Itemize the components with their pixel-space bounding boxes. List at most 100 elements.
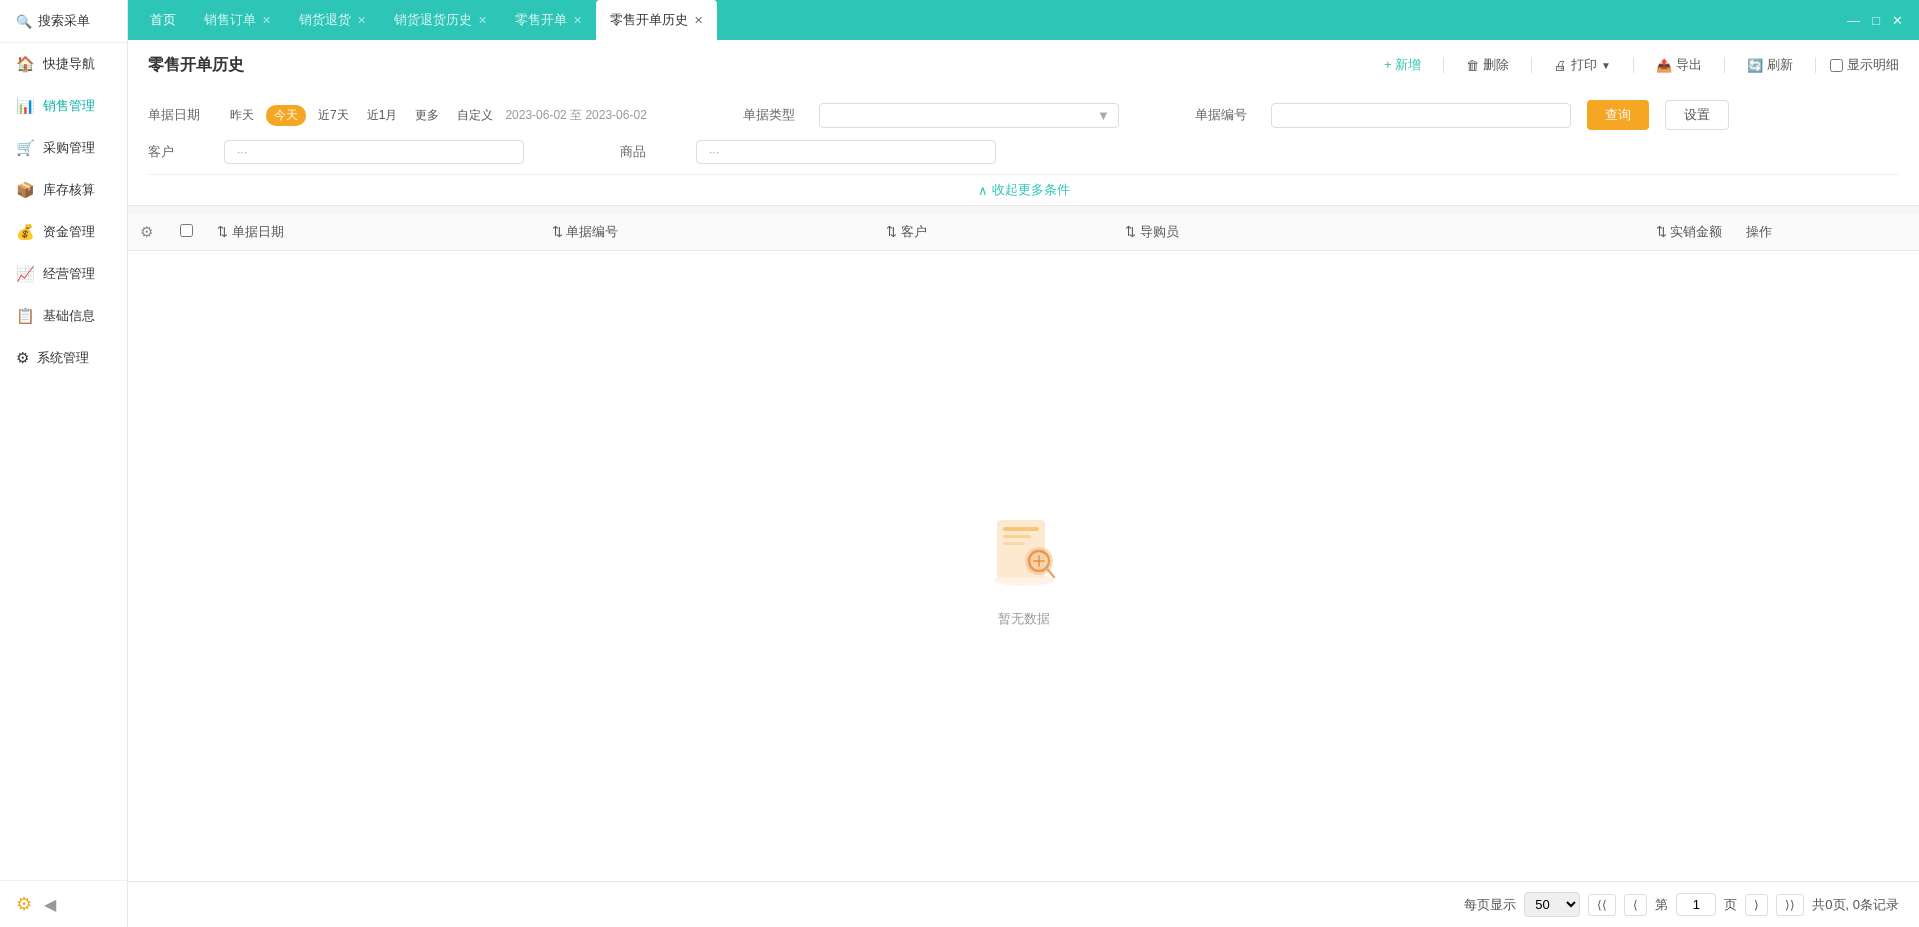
sidebar-item-label: 采购管理 (43, 139, 95, 157)
tab-sales-return[interactable]: 销货退货 ✕ (285, 0, 380, 40)
filter-row-2: 客户 ··· 商品 ··· (148, 140, 1899, 164)
date-btn-7days[interactable]: 近7天 (312, 105, 355, 126)
tab-retail-open-label: 零售开单 (515, 11, 567, 29)
collapse-up-icon: ∧ (978, 183, 988, 198)
home-icon: 🏠 (16, 55, 35, 73)
sidebar-search[interactable]: 🔍 搜索采单 (0, 0, 127, 43)
sidebar-item-quick-nav[interactable]: 🏠 快捷导航 (0, 43, 127, 85)
table-settings-icon[interactable]: ⚙ (140, 223, 153, 240)
delete-button[interactable]: 🗑 删除 (1458, 52, 1517, 78)
money-icon: 💰 (16, 223, 35, 241)
col-customer-sort-icon[interactable]: ⇅ (886, 224, 897, 239)
sidebar-item-label: 资金管理 (43, 223, 95, 241)
col-header-date: ⇅ 单据日期 (205, 214, 540, 251)
first-page-button[interactable]: ⟨⟨ (1588, 894, 1616, 916)
order-type-select[interactable]: ▼ (819, 103, 1119, 128)
settings-nav-icon: ⚙ (16, 349, 29, 367)
search-icon: 🔍 (16, 14, 32, 29)
tab-sales-order-label: 销售订单 (204, 11, 256, 29)
close-tab-sales-order-icon[interactable]: ✕ (262, 14, 271, 27)
delete-button-label: 删除 (1483, 56, 1509, 74)
export-icon: 📤 (1656, 58, 1672, 73)
info-icon: 📋 (16, 307, 35, 325)
new-button[interactable]: + 新增 (1376, 52, 1429, 78)
date-btn-today[interactable]: 今天 (266, 105, 306, 126)
setting-button[interactable]: 设置 (1665, 100, 1729, 130)
tab-sales-order[interactable]: 销售订单 ✕ (190, 0, 285, 40)
close-tab-retail-open-history-icon[interactable]: ✕ (694, 14, 703, 27)
order-no-input[interactable] (1271, 103, 1571, 128)
date-btn-custom[interactable]: 自定义 (451, 105, 499, 126)
last-page-button[interactable]: ⟩⟩ (1776, 894, 1804, 916)
export-button[interactable]: 📤 导出 (1648, 52, 1710, 78)
tab-sales-return-label: 销货退货 (299, 11, 351, 29)
print-dropdown-icon: ▼ (1601, 60, 1611, 71)
sidebar-item-operations[interactable]: 📈 经营管理 (0, 253, 127, 295)
sidebar-item-sales-mgmt[interactable]: 📊 销售管理 (0, 85, 127, 127)
minimize-button[interactable]: — (1847, 13, 1860, 28)
customer-filter-label: 客户 (148, 143, 208, 161)
sidebar-item-sys-mgmt[interactable]: ⚙ 系统管理 (0, 337, 127, 379)
sidebar-item-purchase-mgmt[interactable]: 🛒 采购管理 (0, 127, 127, 169)
date-btn-more[interactable]: 更多 (409, 105, 445, 126)
collapse-filter-button[interactable]: ∧ 收起更多条件 (148, 174, 1899, 205)
prev-page-button[interactable]: ⟨ (1624, 894, 1647, 916)
sidebar-item-label: 系统管理 (37, 349, 89, 367)
goods-filter-input[interactable]: ··· (696, 140, 996, 164)
table-wrapper: ⚙ ⇅ 单据日期 ⇅ 单据编号 (128, 214, 1919, 881)
col-guide-sort-icon[interactable]: ⇅ (1125, 224, 1136, 239)
cart-icon: 🛒 (16, 139, 35, 157)
sidebar-item-label: 销售管理 (43, 97, 95, 115)
order-type-filter-label: 单据类型 (743, 106, 803, 124)
date-btn-1month[interactable]: 近1月 (361, 105, 404, 126)
print-button[interactable]: 🖨 打印 ▼ (1546, 52, 1619, 78)
order-no-filter-label: 单据编号 (1195, 106, 1255, 124)
col-no-sort-icon[interactable]: ⇅ (552, 224, 563, 239)
display-detail-button[interactable]: 显示明细 (1830, 56, 1899, 74)
next-page-button[interactable]: ⟩ (1745, 894, 1768, 916)
print-button-label: 打印 (1571, 56, 1597, 74)
export-button-label: 导出 (1676, 56, 1702, 74)
page-label: 第 (1655, 896, 1668, 914)
sidebar-item-inventory[interactable]: 📦 库存核算 (0, 169, 127, 211)
svg-rect-3 (1003, 535, 1031, 538)
tab-sales-return-history[interactable]: 销货退货历史 ✕ (380, 0, 501, 40)
sidebar: 🔍 搜索采单 🏠 快捷导航 📊 销售管理 🛒 采购管理 📦 库存核算 💰 资金管… (0, 0, 128, 927)
sidebar-search-label: 搜索采单 (38, 12, 90, 30)
collapse-sidebar-button[interactable]: ◀ (44, 895, 56, 914)
tab-retail-open-history[interactable]: 零售开单历史 ✕ (596, 0, 717, 40)
col-header-action: 操作 (1734, 214, 1919, 251)
refresh-button[interactable]: 🔄 刷新 (1739, 52, 1801, 78)
col-amount-sort-icon[interactable]: ⇅ (1656, 224, 1667, 239)
date-range-display: 2023-06-02 至 2023-06-02 (505, 107, 646, 124)
gear-button[interactable]: ⚙ (16, 893, 32, 915)
refresh-icon: 🔄 (1747, 58, 1763, 73)
topbar: 首页 销售订单 ✕ 销货退货 ✕ 销货退货历史 ✕ 零售开单 ✕ 零售开单历史 … (128, 0, 1919, 40)
customer-filter-input[interactable]: ··· (224, 140, 524, 164)
close-tab-sales-return-history-icon[interactable]: ✕ (478, 14, 487, 27)
sidebar-item-base-info[interactable]: 📋 基础信息 (0, 295, 127, 337)
col-header-amount: ⇅ 实销金额 (1400, 214, 1735, 251)
sidebar-item-finance[interactable]: 💰 资金管理 (0, 211, 127, 253)
close-tab-retail-open-icon[interactable]: ✕ (573, 14, 582, 27)
collapse-filter-label: 收起更多条件 (992, 181, 1070, 199)
page-number-input[interactable] (1676, 893, 1716, 916)
filter-area: 单据日期 昨天 今天 近7天 近1月 更多 自定义 2023-06-02 至 2… (148, 90, 1899, 205)
main-area: 首页 销售订单 ✕ 销货退货 ✕ 销货退货历史 ✕ 零售开单 ✕ 零售开单历史 … (128, 0, 1919, 927)
close-tab-sales-return-icon[interactable]: ✕ (357, 14, 366, 27)
data-table: ⚙ ⇅ 单据日期 ⇅ 单据编号 (128, 214, 1919, 251)
delete-icon: 🗑 (1466, 58, 1479, 73)
goods-filter-label: 商品 (620, 143, 680, 161)
tab-home[interactable]: 首页 (136, 0, 190, 40)
date-btn-yesterday[interactable]: 昨天 (224, 105, 260, 126)
col-date-sort-icon[interactable]: ⇅ (217, 224, 228, 239)
page-size-select[interactable]: 10 20 50 100 (1524, 892, 1580, 917)
query-button[interactable]: 查询 (1587, 100, 1649, 130)
filter-row-1: 单据日期 昨天 今天 近7天 近1月 更多 自定义 2023-06-02 至 2… (148, 100, 1899, 130)
select-all-checkbox[interactable] (180, 224, 193, 237)
maximize-button[interactable]: □ (1872, 13, 1880, 28)
date-filter: 昨天 今天 近7天 近1月 更多 自定义 2023-06-02 至 2023-0… (224, 105, 647, 126)
display-detail-checkbox[interactable] (1830, 59, 1843, 72)
tab-retail-open[interactable]: 零售开单 ✕ (501, 0, 596, 40)
close-window-button[interactable]: ✕ (1892, 13, 1903, 28)
